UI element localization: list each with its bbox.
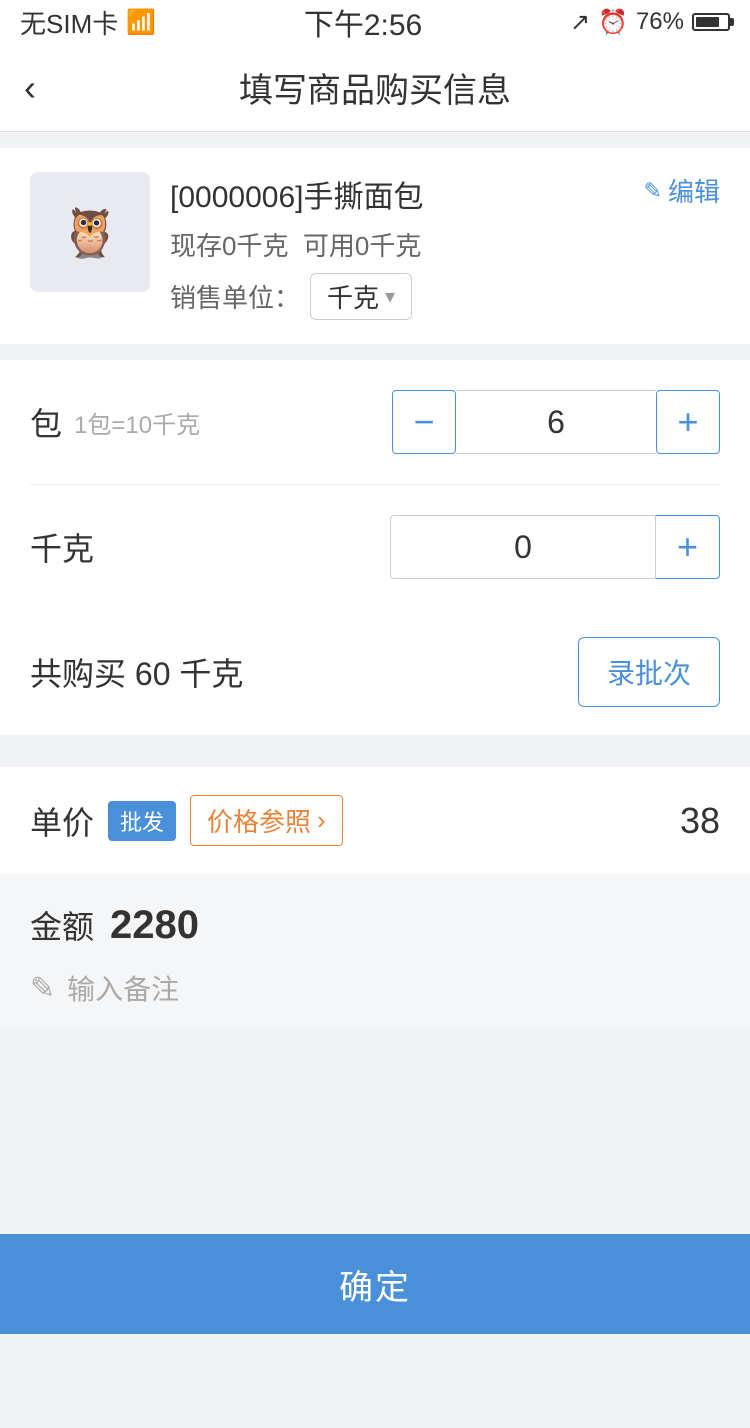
product-name: [0000006]手撕面包 (170, 172, 423, 216)
page-title: 填写商品购买信息 (239, 63, 511, 112)
amount-value: 2280 (110, 903, 199, 948)
kilogram-label: 千克 (30, 524, 94, 570)
battery-percent: 76% (636, 8, 684, 36)
divider-2 (0, 735, 750, 751)
edit-button[interactable]: ✎ 编辑 (644, 172, 720, 209)
back-button[interactable]: ‹ (24, 67, 36, 109)
edit-icon: ✎ (644, 178, 662, 204)
kilogram-qty-control: + (390, 515, 720, 579)
gray-fill-area (0, 1028, 750, 1428)
confirm-button[interactable]: 确定 (0, 1234, 750, 1334)
price-ref-arrow-icon: › (317, 805, 326, 836)
price-reference-button[interactable]: 价格参照 › (190, 795, 343, 846)
package-increase-button[interactable]: + (656, 390, 720, 454)
batch-button[interactable]: 录批次 (578, 637, 720, 707)
price-label: 单价 (30, 798, 94, 844)
price-ref-label: 价格参照 (207, 802, 311, 839)
note-icon: ✎ (30, 971, 55, 1006)
price-type-badge: 批发 (108, 801, 176, 841)
note-placeholder: 输入备注 (67, 968, 179, 1008)
status-time: 下午2:56 (304, 0, 422, 44)
location-icon: ↗ (570, 8, 590, 37)
package-decrease-button[interactable]: − (392, 390, 456, 454)
package-label: 包 1包=10千克 (30, 399, 200, 445)
alarm-icon: ⏰ (598, 8, 628, 37)
kilogram-qty-input[interactable] (390, 515, 656, 579)
kilogram-increase-button[interactable]: + (656, 515, 720, 579)
package-qty-input[interactable] (456, 390, 656, 454)
price-section: 单价 批发 价格参照 › 38 (0, 767, 750, 874)
divider-1 (0, 344, 750, 360)
nav-bar: ‹ 填写商品购买信息 (0, 44, 750, 132)
summary-row: 共购买 60 千克 录批次 (0, 609, 750, 735)
status-right: ↗ ⏰ 76% (570, 8, 730, 37)
dropdown-arrow-icon: ▾ (385, 284, 395, 309)
summary-text: 共购买 60 千克 (30, 649, 243, 695)
kilogram-row: 千克 + (30, 485, 720, 609)
amount-label: 金额 (30, 902, 94, 948)
unit-select[interactable]: 千克 ▾ (310, 273, 412, 320)
price-value: 38 (680, 800, 720, 842)
unit-value: 千克 (327, 278, 379, 315)
product-info: [0000006]手撕面包 ✎ 编辑 现存0千克 可用0千克 销售单位： 千克 … (170, 172, 720, 320)
status-left: 无SIM卡 📶 (20, 4, 156, 41)
amount-section: 金额 2280 ✎ 输入备注 (0, 874, 750, 1028)
package-row: 包 1包=10千克 − + (30, 360, 720, 485)
price-left: 单价 批发 价格参照 › (30, 795, 343, 846)
battery-icon (692, 13, 730, 31)
package-hint: 1包=10千克 (74, 405, 200, 440)
product-unit: 销售单位： 千克 ▾ (170, 273, 720, 320)
bottom-area: 确定 (0, 1234, 750, 1334)
product-stock: 现存0千克 可用0千克 (170, 226, 720, 263)
amount-row: 金额 2280 (30, 902, 720, 948)
product-card: 🦉 [0000006]手撕面包 ✎ 编辑 现存0千克 可用0千克 销售单位： 千… (0, 148, 750, 344)
note-row[interactable]: ✎ 输入备注 (30, 968, 720, 1008)
input-section: 包 1包=10千克 − + 千克 + (0, 360, 750, 609)
edit-label: 编辑 (668, 172, 720, 209)
product-thumbnail: 🦉 (30, 172, 150, 292)
status-bar: 无SIM卡 📶 下午2:56 ↗ ⏰ 76% (0, 0, 750, 44)
product-logo-icon: 🦉 (60, 204, 120, 261)
carrier-text: 无SIM卡 (20, 4, 118, 41)
wifi-icon: 📶 (126, 8, 156, 37)
package-qty-control: − + (392, 390, 720, 454)
